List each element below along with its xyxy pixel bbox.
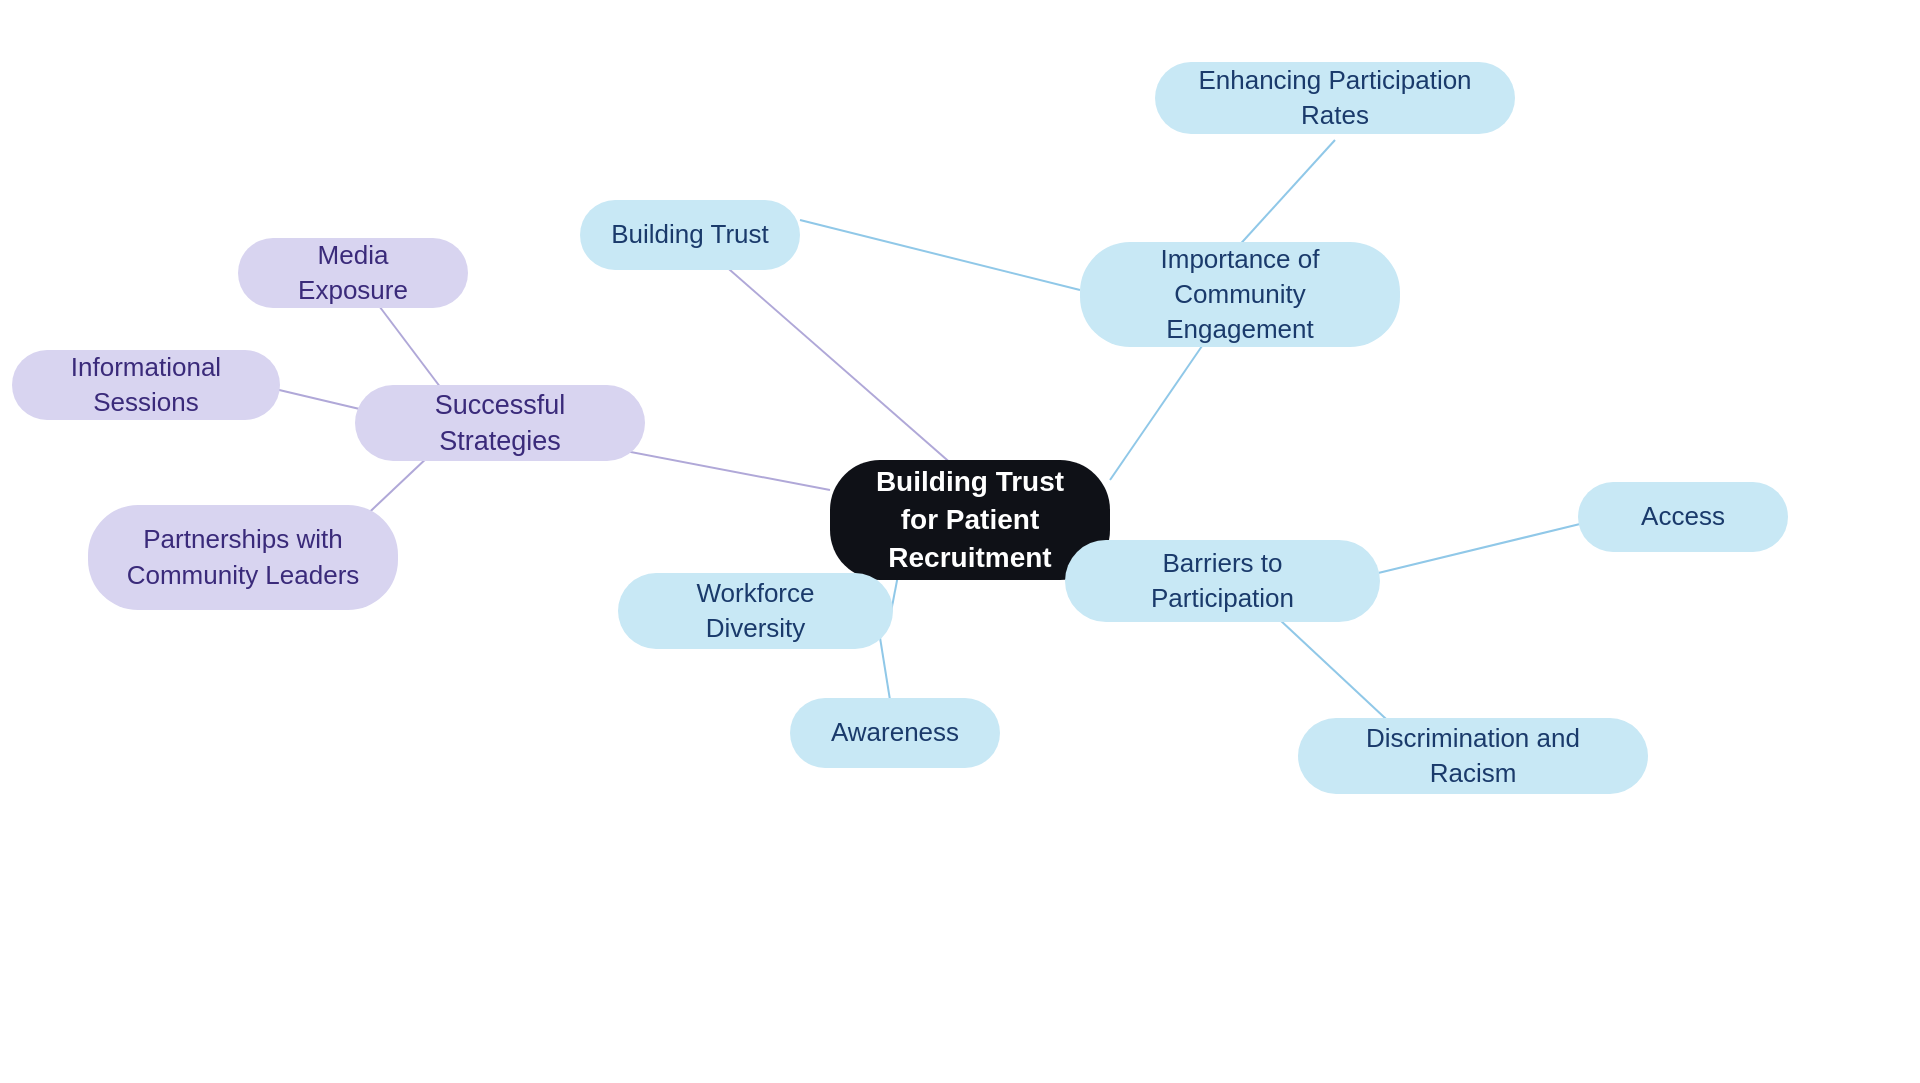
svg-line-7 [1235, 140, 1335, 250]
central-node: Building Trust for Patient Recruitment [830, 460, 1110, 580]
workforce-diversity-node[interactable]: Workforce Diversity [618, 573, 893, 649]
media-exposure-node[interactable]: Media Exposure [238, 238, 468, 308]
discrimination-racism-node[interactable]: Discrimination and Racism [1298, 718, 1648, 794]
successful-strategies-node[interactable]: Successful Strategies [355, 385, 645, 461]
building-trust-node[interactable]: Building Trust [580, 200, 800, 270]
barriers-participation-node[interactable]: Barriers to Participation [1065, 540, 1380, 622]
importance-community-node[interactable]: Importance of Community Engagement [1080, 242, 1400, 347]
svg-line-9 [1370, 524, 1580, 575]
awareness-node[interactable]: Awareness [790, 698, 1000, 768]
svg-line-0 [690, 235, 970, 480]
informational-sessions-node[interactable]: Informational Sessions [12, 350, 280, 420]
access-node[interactable]: Access [1578, 482, 1788, 552]
enhancing-participation-node[interactable]: Enhancing Participation Rates [1155, 62, 1515, 134]
svg-line-6 [800, 220, 1080, 290]
svg-line-10 [1280, 620, 1400, 732]
partnerships-node[interactable]: Partnerships with Community Leaders [88, 505, 398, 610]
